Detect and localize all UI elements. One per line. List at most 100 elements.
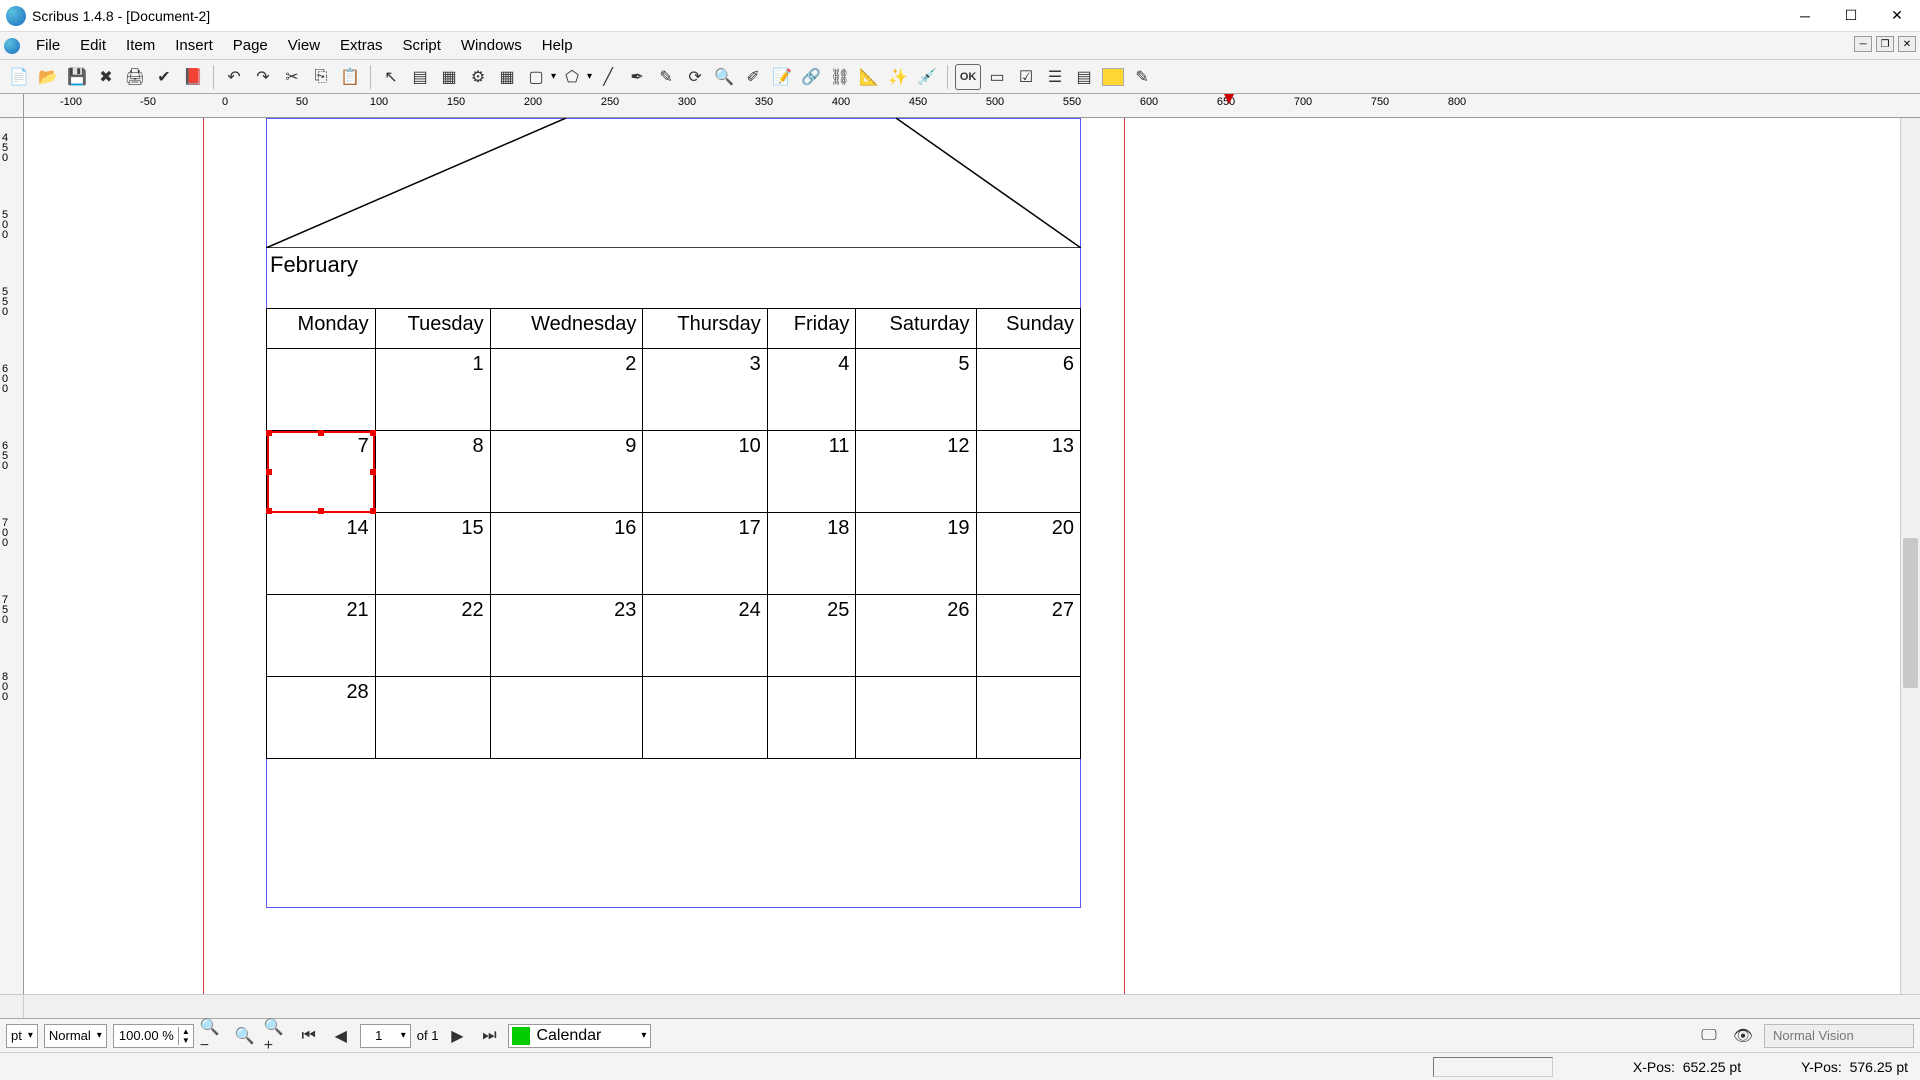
pdf-combobox-tool[interactable]: ☰ bbox=[1042, 64, 1068, 90]
prev-page-button[interactable]: ◀ bbox=[328, 1023, 354, 1049]
preview-toggle-icon[interactable]: 👁 bbox=[1730, 1023, 1756, 1049]
minimize-button[interactable]: ─ bbox=[1782, 0, 1828, 32]
calendar-cell[interactable]: 25 bbox=[767, 595, 856, 677]
horizontal-scrollbar[interactable] bbox=[24, 995, 1900, 1018]
freehand-tool[interactable]: ✎ bbox=[653, 64, 679, 90]
resize-handle-se[interactable] bbox=[370, 508, 376, 514]
calendar-cell[interactable]: 15 bbox=[375, 513, 490, 595]
pdf-button-tool[interactable]: OK bbox=[955, 64, 981, 90]
print-button[interactable]: 🖨 bbox=[122, 64, 148, 90]
page-number-input[interactable] bbox=[361, 1025, 397, 1047]
mdi-close-button[interactable]: ✕ bbox=[1898, 36, 1916, 52]
calendar-cell[interactable] bbox=[856, 677, 976, 759]
calendar-cell[interactable]: 6 bbox=[976, 349, 1080, 431]
calendar-cell[interactable] bbox=[375, 677, 490, 759]
pdf-checkbox-tool[interactable]: ☑ bbox=[1013, 64, 1039, 90]
new-button[interactable]: 📄 bbox=[6, 64, 32, 90]
calendar-cell[interactable]: 14 bbox=[267, 513, 376, 595]
story-editor-tool[interactable]: 📝 bbox=[769, 64, 795, 90]
render-frame-tool[interactable]: ⚙ bbox=[465, 64, 491, 90]
maximize-button[interactable]: ☐ bbox=[1828, 0, 1874, 32]
calendar-cell[interactable]: 27 bbox=[976, 595, 1080, 677]
calendar-cell[interactable]: 17 bbox=[643, 513, 767, 595]
calendar-cell[interactable]: 5 bbox=[856, 349, 976, 431]
menu-edit[interactable]: Edit bbox=[70, 33, 116, 58]
save-button[interactable]: 💾 bbox=[64, 64, 90, 90]
calendar-cell[interactable] bbox=[267, 349, 376, 431]
cms-toggle-icon[interactable]: 🖵 bbox=[1696, 1023, 1722, 1049]
menu-page[interactable]: Page bbox=[223, 33, 278, 58]
first-page-button[interactable]: ⏮ bbox=[296, 1023, 322, 1049]
resize-handle-w[interactable] bbox=[266, 469, 272, 475]
calendar-cell[interactable]: 23 bbox=[490, 595, 643, 677]
zoom-tool[interactable]: 🔍 bbox=[711, 64, 737, 90]
link-frames-tool[interactable]: 🔗 bbox=[798, 64, 824, 90]
measure-tool[interactable]: 📐 bbox=[856, 64, 882, 90]
calendar-cell[interactable]: 9 bbox=[490, 431, 643, 513]
calendar-cell[interactable]: 2 bbox=[490, 349, 643, 431]
polygon-tool[interactable]: ⬠▾ bbox=[559, 64, 592, 90]
calendar-cell[interactable] bbox=[767, 677, 856, 759]
text-frame-tool[interactable]: ▤ bbox=[407, 64, 433, 90]
preview-mode-select[interactable]: Normal▾ bbox=[44, 1024, 107, 1048]
bezier-tool[interactable]: ✒ bbox=[624, 64, 650, 90]
horizontal-ruler[interactable]: -100-50050100150200250300350400450500550… bbox=[24, 94, 1920, 117]
calendar-cell[interactable]: 16 bbox=[490, 513, 643, 595]
resize-handle-n[interactable] bbox=[318, 430, 324, 436]
calendar-cell[interactable]: 1 bbox=[375, 349, 490, 431]
mdi-minimize-button[interactable]: ─ bbox=[1854, 36, 1872, 52]
calendar-cell[interactable]: 3 bbox=[643, 349, 767, 431]
export-pdf-button[interactable]: 📕 bbox=[180, 64, 206, 90]
vertical-ruler[interactable]: 4 5 05 0 05 5 06 0 06 5 07 0 07 5 08 0 0 bbox=[0, 118, 24, 994]
line-tool[interactable]: ╱ bbox=[595, 64, 621, 90]
vision-mode-select[interactable]: Normal Vision bbox=[1764, 1024, 1914, 1048]
selected-frame[interactable] bbox=[267, 431, 376, 513]
canvas[interactable]: February MondayTuesdayWednesdayThursdayF… bbox=[24, 118, 1900, 994]
pdf-link-tool[interactable]: ✎ bbox=[1129, 64, 1155, 90]
zoom-down[interactable]: ▼ bbox=[178, 1036, 193, 1045]
redo-button[interactable]: ↷ bbox=[250, 64, 276, 90]
scrollbar-thumb[interactable] bbox=[1903, 538, 1918, 688]
last-page-button[interactable]: ⏭ bbox=[476, 1023, 502, 1049]
calendar-cell[interactable]: 13 bbox=[976, 431, 1080, 513]
resize-handle-e[interactable] bbox=[370, 469, 376, 475]
resize-handle-s[interactable] bbox=[318, 508, 324, 514]
calendar-cell[interactable]: 22 bbox=[375, 595, 490, 677]
menu-insert[interactable]: Insert bbox=[165, 33, 223, 58]
copy-properties-tool[interactable]: ✨ bbox=[885, 64, 911, 90]
calendar-cell[interactable]: 12 bbox=[856, 431, 976, 513]
select-tool[interactable]: ↖ bbox=[378, 64, 404, 90]
calendar-cell[interactable] bbox=[643, 677, 767, 759]
cut-button[interactable]: ✂ bbox=[279, 64, 305, 90]
resize-handle-nw[interactable] bbox=[266, 430, 272, 436]
calendar-cell[interactable]: 24 bbox=[643, 595, 767, 677]
page-select[interactable]: ▾ bbox=[360, 1024, 411, 1048]
calendar-cell[interactable]: 20 bbox=[976, 513, 1080, 595]
eyedropper-tool[interactable]: 💉 bbox=[914, 64, 940, 90]
resize-handle-sw[interactable] bbox=[266, 508, 272, 514]
calendar-cell[interactable]: 8 bbox=[375, 431, 490, 513]
menu-windows[interactable]: Windows bbox=[451, 33, 532, 58]
calendar-cell[interactable]: 21 bbox=[267, 595, 376, 677]
open-button[interactable]: 📂 bbox=[35, 64, 61, 90]
zoom-100-button[interactable]: 🔍 bbox=[232, 1023, 258, 1049]
menu-item[interactable]: Item bbox=[116, 33, 165, 58]
zoom-out-button[interactable]: 🔍− bbox=[200, 1023, 226, 1049]
shape-tool[interactable]: ▢▾ bbox=[523, 64, 556, 90]
resize-handle-ne[interactable] bbox=[370, 430, 376, 436]
layer-select[interactable]: Calendar ▾ bbox=[508, 1024, 651, 1048]
pdf-textfield-tool[interactable]: ▭ bbox=[984, 64, 1010, 90]
preflight-button[interactable]: ✔ bbox=[151, 64, 177, 90]
next-page-button[interactable]: ▶ bbox=[444, 1023, 470, 1049]
unlink-frames-tool[interactable]: ⛓ bbox=[827, 64, 853, 90]
vertical-scrollbar[interactable] bbox=[1900, 118, 1920, 994]
edit-contents-tool[interactable]: ✐ bbox=[740, 64, 766, 90]
calendar-cell[interactable]: 11 bbox=[767, 431, 856, 513]
calendar-cell[interactable] bbox=[490, 677, 643, 759]
calendar-cell[interactable]: 10 bbox=[643, 431, 767, 513]
calendar-cell[interactable]: 18 bbox=[767, 513, 856, 595]
calendar-cell[interactable]: 28 bbox=[267, 677, 376, 759]
close-button[interactable]: ✕ bbox=[1874, 0, 1920, 32]
undo-button[interactable]: ↶ bbox=[221, 64, 247, 90]
table-tool[interactable]: ▦ bbox=[494, 64, 520, 90]
